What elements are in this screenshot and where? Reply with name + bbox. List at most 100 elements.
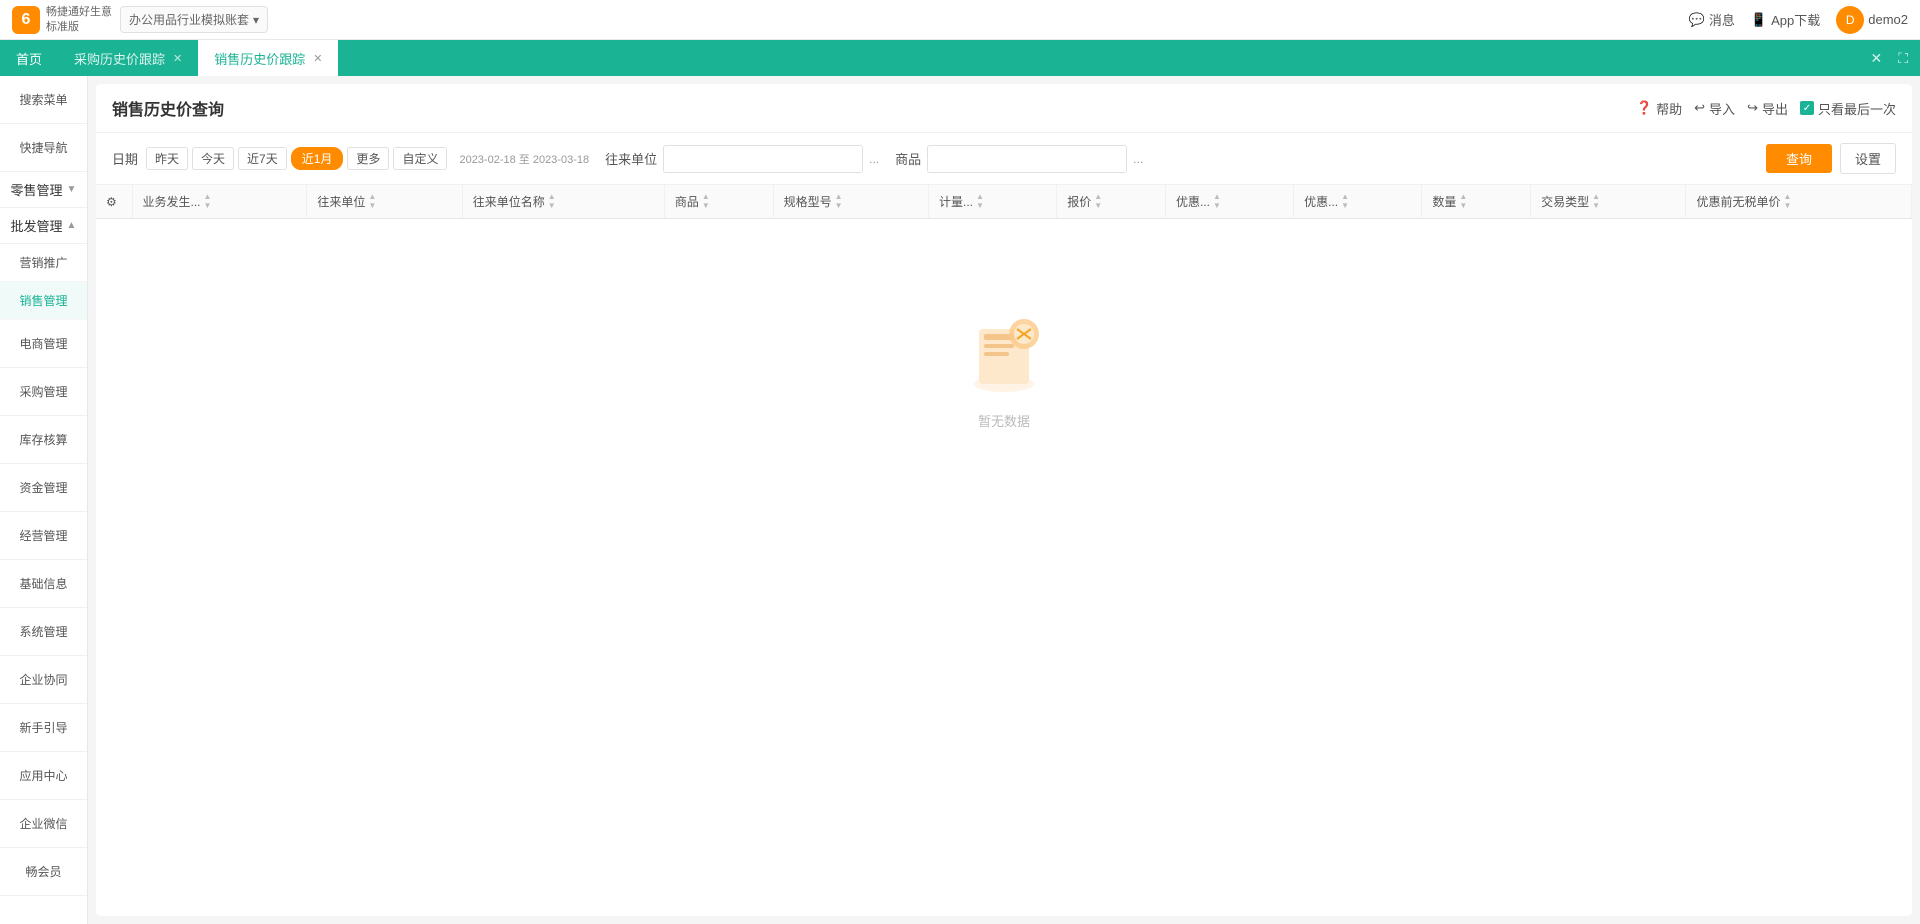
message-action[interactable]: 💬 消息 bbox=[1689, 10, 1735, 29]
user-action[interactable]: D demo2 bbox=[1836, 6, 1908, 34]
table-area: ⚙ 业务发生... ▲ ▼ bbox=[96, 185, 1912, 916]
sidebar-item-sales-mgmt[interactable]: 销售管理 bbox=[0, 282, 87, 320]
top-header: 6 畅捷通好生意 标准版 办公用品行业模拟账套 ▾ 💬 消息 📱 App下载 D… bbox=[0, 0, 1920, 40]
sidebar-item-marketing[interactable]: 营销推广 bbox=[0, 244, 87, 282]
empty-state: 暂无数据 bbox=[96, 219, 1912, 510]
goods-filter-group: 商品 ... bbox=[895, 145, 1143, 173]
table-header-row: ⚙ 业务发生... ▲ ▼ bbox=[96, 185, 1912, 219]
sidebar-item-basic-info[interactable]: 基础信息 bbox=[0, 560, 87, 608]
date-btn-today[interactable]: 今天 bbox=[192, 147, 234, 170]
search-button[interactable]: 查询 bbox=[1766, 144, 1832, 173]
tab-sales-history[interactable]: 销售历史价跟踪 ✕ bbox=[198, 40, 338, 76]
sidebar-item-purchase[interactable]: 采购管理 bbox=[0, 368, 87, 416]
tab-close-btn[interactable]: ✕ bbox=[1866, 46, 1886, 71]
sort-arrows-unit: ▲ ▼ bbox=[976, 193, 984, 210]
th-pretax-price[interactable]: 优惠前无税单价 ▲ ▼ bbox=[1686, 185, 1912, 219]
only-show-last-checkbox[interactable]: ✓ 只看最后一次 bbox=[1800, 99, 1896, 118]
counterpart-input[interactable] bbox=[663, 145, 863, 173]
date-btn-yesterday[interactable]: 昨天 bbox=[146, 147, 188, 170]
th-quote[interactable]: 报价 ▲ ▼ bbox=[1057, 185, 1166, 219]
sidebar-item-guide[interactable]: 新手引导 bbox=[0, 704, 87, 752]
counterpart-dots[interactable]: ... bbox=[869, 152, 879, 166]
date-buttons: 昨天 今天 近7天 近1月 更多 自定义 bbox=[146, 147, 447, 170]
page-container: 销售历史价查询 ❓ 帮助 ↩ 导入 ↪ 导出 ✓ bbox=[96, 84, 1912, 916]
th-settings[interactable]: ⚙ bbox=[96, 185, 132, 219]
goods-label: 商品 bbox=[895, 149, 921, 168]
page-header-actions: ❓ 帮助 ↩ 导入 ↪ 导出 ✓ 只看最后一次 bbox=[1636, 99, 1896, 118]
sidebar-item-enterprise-wechat[interactable]: 企业微信 bbox=[0, 800, 87, 848]
empty-text: 暂无数据 bbox=[978, 411, 1030, 430]
date-btn-custom[interactable]: 自定义 bbox=[393, 147, 447, 170]
sidebar-item-app-center[interactable]: 应用中心 bbox=[0, 752, 87, 800]
wholesale-arrow-icon: ▲ bbox=[67, 220, 77, 231]
help-btn[interactable]: ❓ 帮助 bbox=[1636, 99, 1682, 118]
settings-col-icon: ⚙ bbox=[106, 195, 117, 209]
th-partner-code[interactable]: 往来单位 ▲ ▼ bbox=[307, 185, 462, 219]
sort-arrows-pretax-price: ▲ ▼ bbox=[1783, 193, 1791, 210]
date-btn-7days[interactable]: 近7天 bbox=[238, 147, 287, 170]
sidebar-item-search-menu[interactable]: 搜索菜单 bbox=[0, 76, 87, 124]
date-btn-1month[interactable]: 近1月 bbox=[291, 147, 344, 170]
export-icon: ↪ bbox=[1747, 100, 1758, 116]
tab-home[interactable]: 首页 bbox=[0, 40, 58, 76]
checkbox-checked-icon: ✓ bbox=[1800, 101, 1814, 115]
goods-input[interactable] bbox=[927, 145, 1127, 173]
sidebar-item-enterprise-coop[interactable]: 企业协同 bbox=[0, 656, 87, 704]
settings-button[interactable]: 设置 bbox=[1840, 143, 1896, 174]
search-menu-label: 搜索菜单 bbox=[19, 91, 67, 108]
tab-bar: 首页 采购历史价跟踪 ✕ 销售历史价跟踪 ✕ ✕ ⛶ bbox=[0, 40, 1920, 76]
tab-purchase-close[interactable]: ✕ bbox=[173, 52, 182, 65]
goods-dots[interactable]: ... bbox=[1133, 152, 1143, 166]
th-discount2[interactable]: 优惠... ▲ ▼ bbox=[1294, 185, 1422, 219]
sort-arrows-trade-type: ▲ ▼ bbox=[1592, 193, 1600, 210]
th-biz-date[interactable]: 业务发生... ▲ ▼ bbox=[132, 185, 307, 219]
help-icon: ❓ bbox=[1636, 100, 1652, 116]
sidebar-item-wholesale-mgmt[interactable]: 批发管理 ▲ bbox=[0, 208, 87, 244]
counterpart-label: 往来单位 bbox=[605, 149, 657, 168]
content-area: 销售历史价查询 ❓ 帮助 ↩ 导入 ↪ 导出 ✓ bbox=[88, 76, 1920, 924]
th-partner-name[interactable]: 往来单位名称 ▲ ▼ bbox=[462, 185, 664, 219]
export-btn[interactable]: ↪ 导出 bbox=[1747, 99, 1788, 118]
th-quantity[interactable]: 数量 ▲ ▼ bbox=[1422, 185, 1531, 219]
th-unit[interactable]: 计量... ▲ ▼ bbox=[929, 185, 1057, 219]
sidebar-item-ecommerce[interactable]: 电商管理 bbox=[0, 320, 87, 368]
sort-arrows-goods: ▲ ▼ bbox=[702, 193, 710, 210]
sidebar-item-system[interactable]: 系统管理 bbox=[0, 608, 87, 656]
sort-arrows-partner-name: ▲ ▼ bbox=[548, 193, 556, 210]
date-filter-group: 日期 昨天 今天 近7天 近1月 更多 自定义 2023-02-18 至 202… bbox=[112, 147, 589, 170]
sort-arrows-discount1: ▲ ▼ bbox=[1213, 193, 1221, 210]
filter-bar: 日期 昨天 今天 近7天 近1月 更多 自定义 2023-02-18 至 202… bbox=[96, 133, 1912, 185]
page-title: 销售历史价查询 bbox=[112, 96, 224, 120]
logo-text: 畅捷通好生意 标准版 bbox=[46, 5, 112, 34]
th-spec[interactable]: 规格型号 ▲ ▼ bbox=[773, 185, 928, 219]
avatar: D bbox=[1836, 6, 1864, 34]
tab-sales-close[interactable]: ✕ bbox=[313, 52, 322, 65]
tab-bar-actions: ✕ ⛶ bbox=[1866, 46, 1920, 71]
th-goods[interactable]: 商品 ▲ ▼ bbox=[664, 185, 773, 219]
tab-maximize-btn[interactable]: ⛶ bbox=[1894, 46, 1912, 71]
data-table: ⚙ 业务发生... ▲ ▼ bbox=[96, 185, 1912, 219]
app-selector[interactable]: 办公用品行业模拟账套 ▾ bbox=[120, 6, 268, 33]
sort-arrows-spec: ▲ ▼ bbox=[835, 193, 843, 210]
sort-arrows-discount2: ▲ ▼ bbox=[1341, 193, 1349, 210]
app-download-action[interactable]: 📱 App下载 bbox=[1751, 10, 1820, 29]
date-btn-more[interactable]: 更多 bbox=[347, 147, 389, 170]
th-trade-type[interactable]: 交易类型 ▲ ▼ bbox=[1531, 185, 1686, 219]
counterpart-filter-group: 往来单位 ... bbox=[605, 145, 879, 173]
sidebar-item-member[interactable]: 畅会员 bbox=[0, 848, 87, 896]
empty-illustration bbox=[954, 299, 1054, 399]
sidebar-item-inventory[interactable]: 库存核算 bbox=[0, 416, 87, 464]
sidebar: 搜索菜单 快捷导航 零售管理 ▼ 批发管理 ▲ 营销推广 销售管理 电商管理 采… bbox=[0, 76, 88, 924]
page-header: 销售历史价查询 ❓ 帮助 ↩ 导入 ↪ 导出 ✓ bbox=[96, 84, 1912, 133]
retail-arrow-icon: ▼ bbox=[67, 184, 77, 195]
sidebar-item-operations[interactable]: 经营管理 bbox=[0, 512, 87, 560]
date-label: 日期 bbox=[112, 149, 138, 168]
import-btn[interactable]: ↩ 导入 bbox=[1694, 99, 1735, 118]
sort-arrows-partner-code: ▲ ▼ bbox=[368, 193, 376, 210]
sidebar-item-retail-mgmt[interactable]: 零售管理 ▼ bbox=[0, 172, 87, 208]
th-discount1[interactable]: 优惠... ▲ ▼ bbox=[1165, 185, 1293, 219]
sidebar-item-quick-nav[interactable]: 快捷导航 bbox=[0, 124, 87, 172]
sidebar-item-finance[interactable]: 资金管理 bbox=[0, 464, 87, 512]
logo-icon: 6 bbox=[12, 6, 40, 34]
tab-purchase-history[interactable]: 采购历史价跟踪 ✕ bbox=[58, 40, 198, 76]
